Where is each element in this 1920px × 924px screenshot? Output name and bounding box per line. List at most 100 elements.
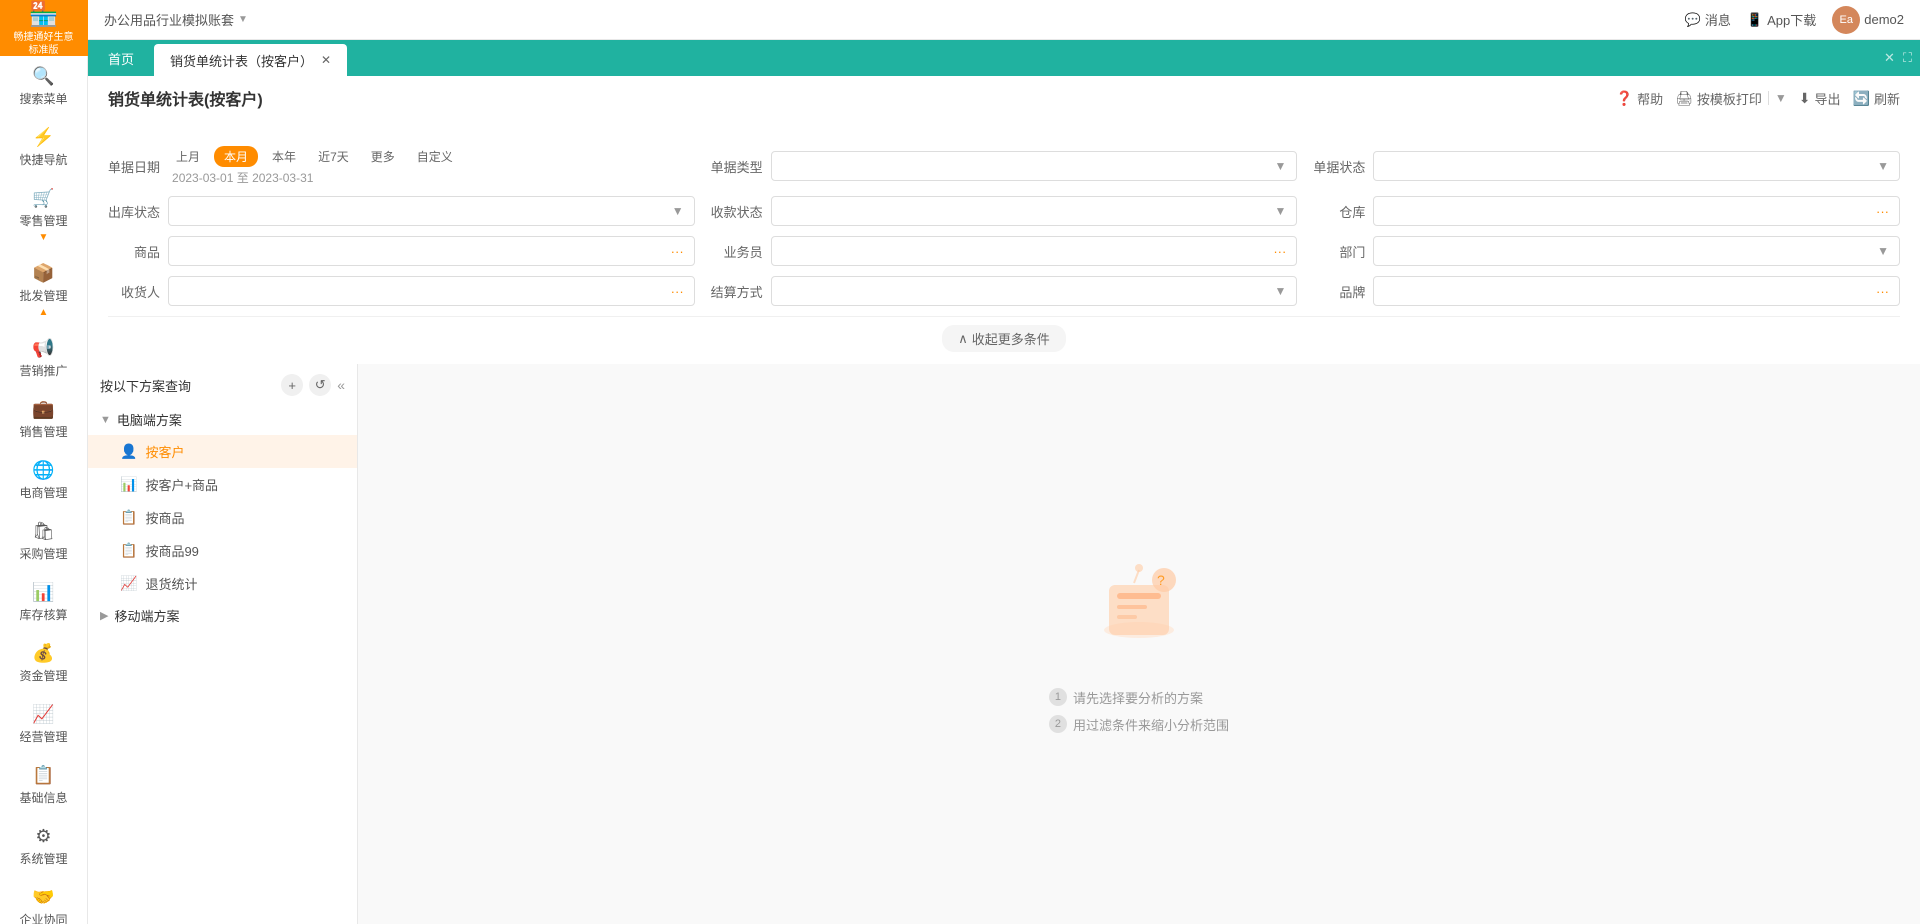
order-type-select[interactable]: ▼: [771, 151, 1298, 181]
brand-dots[interactable]: ···: [1876, 284, 1889, 299]
scheme-refresh-button[interactable]: ↺: [309, 374, 331, 396]
scheme-group-pc-header[interactable]: ▼ 电脑端方案: [88, 404, 357, 435]
sidebar-item-marketing[interactable]: 📢 营销推广: [0, 328, 87, 389]
sidebar-item-basic[interactable]: 📋 基础信息: [0, 755, 87, 816]
salesperson-select[interactable]: ···: [771, 236, 1298, 266]
scheme-add-button[interactable]: +: [281, 374, 303, 396]
help-icon: ❓: [1616, 90, 1633, 107]
goods-select[interactable]: ···: [168, 236, 695, 266]
refresh-button[interactable]: 🔄 刷新: [1853, 89, 1900, 108]
filter-section: 单据日期 上月 本月 本年 近7天 更多 自定义 2023-03-01 至 20…: [88, 132, 1920, 364]
export-button[interactable]: ⬇ 导出: [1799, 89, 1841, 108]
collapse-button[interactable]: ∧ 收起更多条件: [942, 325, 1066, 352]
purchase-icon: 🛍: [32, 521, 55, 542]
tab-close-icon[interactable]: ✕: [321, 53, 331, 67]
sidebar-item-purchase[interactable]: 🛍 采购管理: [0, 511, 87, 572]
print-dropdown-icon[interactable]: ▼: [1775, 91, 1787, 105]
sidebar-operations-label: 经营管理: [19, 728, 67, 745]
sidebar-ecommerce-label: 电商管理: [19, 484, 67, 501]
settlement-select[interactable]: ▼: [771, 276, 1298, 306]
sidebar-item-retail[interactable]: 🛒 零售管理 ▼: [0, 178, 87, 253]
date-btn-more[interactable]: 更多: [363, 146, 403, 167]
empty-illustration: ?: [1079, 555, 1199, 668]
sidebar-item-system[interactable]: ⚙ 系统管理: [0, 816, 87, 877]
receive-status-select[interactable]: ▼: [771, 196, 1298, 226]
sidebar-finance-label: 资金管理: [19, 667, 67, 684]
date-btn-lastmonth[interactable]: 上月: [168, 146, 208, 167]
scheme-collapse-button[interactable]: «: [337, 377, 345, 393]
scheme-item-goods99-icon: 📋: [120, 542, 137, 559]
warehouse-label: 仓库: [1313, 202, 1365, 221]
out-status-select[interactable]: ▼: [168, 196, 695, 226]
sidebar-item-search[interactable]: 🔍 搜索菜单: [0, 56, 87, 117]
tab-sales-stats[interactable]: 销货单统计表（按客户） ✕: [154, 44, 347, 76]
sidebar-item-operations[interactable]: 📈 经营管理: [0, 694, 87, 755]
topbar-left: 办公用品行业模拟账套 ▼: [104, 10, 248, 29]
settlement-filter: 结算方式 ▼: [711, 276, 1298, 306]
company-selector[interactable]: 办公用品行业模拟账套 ▼: [104, 10, 248, 29]
scheme-pc-label: 电脑端方案: [117, 410, 182, 429]
sidebar-inventory-label: 库存核算: [19, 606, 67, 623]
out-status-filter: 出库状态 ▼: [108, 196, 695, 226]
goods-dots[interactable]: ···: [671, 244, 684, 259]
scheme-group-mobile-header[interactable]: ▶ 移动端方案: [88, 600, 357, 631]
scheme-item-return-stats[interactable]: 📈 退货统计: [88, 567, 357, 600]
empty-hint-1: 1 请先选择要分析的方案: [1049, 688, 1229, 707]
receiver-label: 收货人: [108, 282, 160, 301]
warehouse-dots[interactable]: ···: [1876, 204, 1889, 219]
help-button[interactable]: ❓ 帮助: [1616, 89, 1663, 108]
scheme-header: 按以下方案查询 + ↺ «: [88, 374, 357, 404]
user-profile[interactable]: Ea demo2: [1832, 6, 1904, 34]
message-button[interactable]: 💬 消息: [1685, 10, 1731, 29]
salesperson-dots[interactable]: ···: [1273, 244, 1286, 259]
order-type-filter: 单据类型 ▼: [711, 151, 1298, 181]
scheme-item-return-label: 退货统计: [145, 574, 197, 593]
sidebar-item-inventory[interactable]: 📊 库存核算: [0, 572, 87, 633]
order-type-chevron: ▼: [1274, 159, 1286, 173]
svg-text:?: ?: [1157, 572, 1165, 588]
scheme-group-pc: ▼ 电脑端方案 👤 按客户 📊 按客户+商品 📋 按商品: [88, 404, 357, 600]
scheme-item-by-customer[interactable]: 👤 按客户: [88, 435, 357, 468]
basic-icon: 📋: [32, 765, 54, 786]
date-btn-thisyear[interactable]: 本年: [264, 146, 304, 167]
empty-state: ? 1 请先选择要分析的方案 2 用过滤条件来缩小分析范围: [1049, 555, 1229, 734]
search-icon: 🔍: [32, 66, 54, 87]
app-download-button[interactable]: 📱 App下载: [1747, 10, 1816, 29]
date-label: 单据日期: [108, 157, 160, 176]
tabs-right-controls: ✕ ⛶: [1876, 50, 1920, 66]
page-content: 销货单统计表(按客户) ❓ 帮助 🖨 按模板打印 ▼ ⬇ 导出 🔄: [88, 76, 1920, 924]
message-label: 消息: [1705, 10, 1731, 29]
date-btn-custom[interactable]: 自定义: [409, 146, 461, 167]
warehouse-select[interactable]: ···: [1373, 196, 1900, 226]
sidebar-sales-label: 销售管理: [19, 423, 67, 440]
sidebar-item-quicknav[interactable]: ⚡ 快捷导航: [0, 117, 87, 178]
sidebar-item-wholesale[interactable]: 📦 批发管理 ▲: [0, 253, 87, 328]
sidebar: 🏪 畅捷通好生意标准版 🔍 搜索菜单 ⚡ 快捷导航 🛒 零售管理 ▼ 📦 批发管…: [0, 0, 88, 924]
date-btn-7days[interactable]: 近7天: [310, 146, 357, 167]
scheme-item-goods[interactable]: 📋 按商品: [88, 501, 357, 534]
close-window-icon[interactable]: ✕: [1884, 50, 1895, 66]
export-icon: ⬇: [1799, 90, 1811, 107]
scheme-item-custgoods-label: 按客户+商品: [145, 475, 218, 494]
sidebar-item-cooperation[interactable]: 🤝 企业协同: [0, 877, 87, 924]
department-select[interactable]: ▼: [1373, 236, 1900, 266]
data-area: ? 1 请先选择要分析的方案 2 用过滤条件来缩小分析范围: [358, 364, 1920, 924]
scheme-item-goods99[interactable]: 📋 按商品99: [88, 534, 357, 567]
scheme-item-customer-goods[interactable]: 📊 按客户+商品: [88, 468, 357, 501]
maximize-window-icon[interactable]: ⛶: [1903, 50, 1912, 66]
sidebar-item-ecommerce[interactable]: 🌐 电商管理: [0, 450, 87, 511]
date-filter-item: 单据日期 上月 本月 本年 近7天 更多 自定义 2023-03-01 至 20…: [108, 146, 695, 186]
brand-select[interactable]: ···: [1373, 276, 1900, 306]
sidebar-item-sales[interactable]: 💼 销售管理: [0, 389, 87, 450]
receiver-dots[interactable]: ···: [671, 284, 684, 299]
hint1-number: 1: [1049, 688, 1067, 706]
sidebar-item-finance[interactable]: 💰 资金管理: [0, 633, 87, 694]
tab-home[interactable]: 首页: [88, 40, 154, 76]
date-btn-thismonth[interactable]: 本月: [214, 146, 258, 167]
refresh-label: 刷新: [1874, 89, 1900, 108]
tab-sales-stats-label: 销货单统计表（按客户）: [170, 51, 313, 70]
scheme-item-custgoods-icon: 📊: [120, 476, 137, 493]
receiver-select[interactable]: ···: [168, 276, 695, 306]
print-button[interactable]: 🖨 按模板打印 ▼: [1675, 89, 1787, 108]
order-status-select[interactable]: ▼: [1373, 151, 1900, 181]
